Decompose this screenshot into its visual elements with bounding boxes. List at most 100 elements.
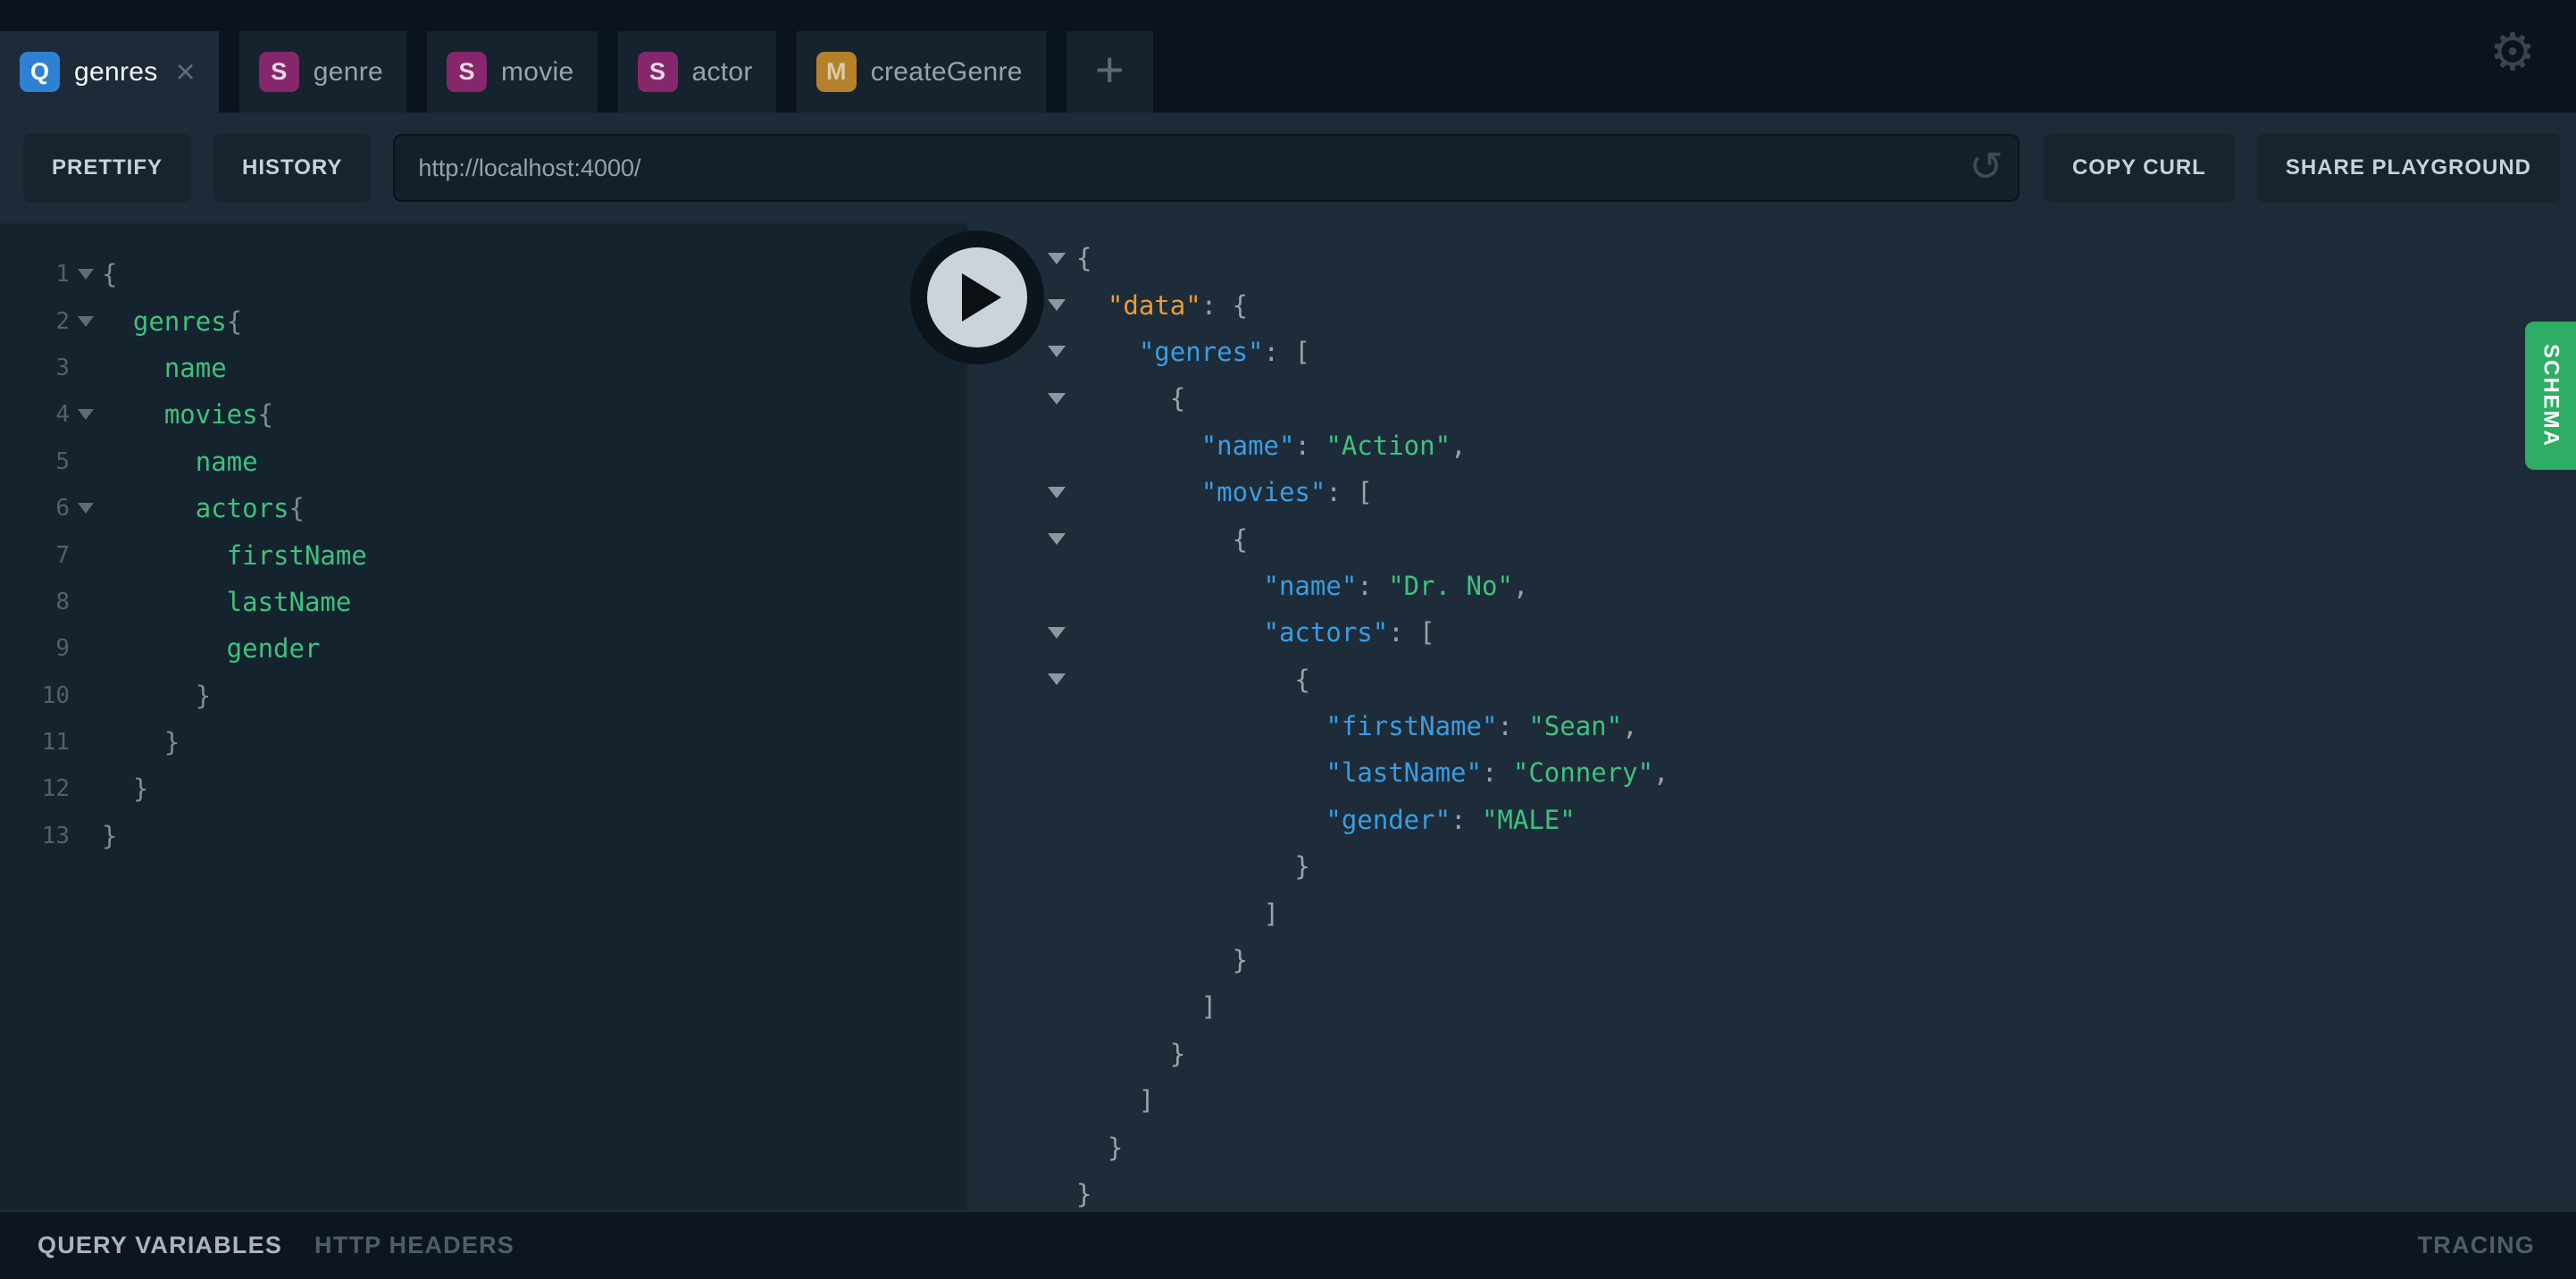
schema-side-tab-label: SCHEMA	[2538, 343, 2563, 447]
code-line: "firstName": "Sean",	[967, 703, 2576, 749]
fold-arrow-icon[interactable]	[1048, 486, 1066, 498]
fold-gutter	[70, 315, 102, 327]
tab-actor[interactable]: Sactor	[617, 31, 776, 113]
fold-arrow-icon[interactable]	[78, 315, 94, 327]
code-line: "name": "Dr. No",	[967, 563, 2576, 609]
http-headers-toggle[interactable]: HTTP HEADERS	[314, 1232, 514, 1259]
code-line: "name": "Action",	[967, 422, 2576, 469]
code-text: gender	[102, 633, 321, 665]
tab-label: genre	[313, 56, 383, 87]
code-line: "lastName": "Connery",	[967, 749, 2576, 796]
toolbar: PRETTIFY HISTORY ↺ COPY CURL SHARE PLAYG…	[0, 113, 2576, 223]
code-text: {	[1076, 664, 1310, 695]
code-text: "lastName": "Connery",	[1326, 757, 1669, 789]
play-circle	[927, 247, 1027, 347]
code-text: "genres": [	[1138, 336, 1310, 367]
close-tab-icon[interactable]: ×	[176, 55, 196, 89]
tab-createGenre[interactable]: McreateGenre	[796, 31, 1046, 113]
code-text: ]	[1076, 898, 1279, 929]
tab-label: movie	[500, 56, 574, 87]
code-line: ]	[967, 1077, 2576, 1124]
fold-gutter	[1048, 346, 1066, 358]
schema-side-tab[interactable]: SCHEMA	[2525, 322, 2576, 470]
code-line: "genres": [	[967, 329, 2576, 375]
code-line: {	[967, 375, 2576, 422]
response-viewer: { "data": { "genres": [ { "name": "Actio…	[967, 223, 2576, 1210]
code-line: 5 name	[0, 439, 967, 485]
fold-arrow-icon[interactable]	[78, 503, 94, 514]
line-number: 1	[55, 261, 70, 288]
line-number: 2	[55, 307, 70, 335]
code-text: ]	[1076, 1085, 1155, 1116]
code-text: }	[102, 820, 118, 851]
share-playground-button[interactable]: SHARE PLAYGROUND	[2256, 134, 2560, 202]
fold-gutter	[1048, 673, 1066, 686]
tab-genres[interactable]: Qgenres ×	[0, 31, 219, 113]
code-line: 10 }	[0, 673, 967, 719]
code-line: ]	[967, 890, 2576, 936]
copy-curl-button[interactable]: COPY CURL	[2043, 134, 2235, 202]
query-variables-toggle[interactable]: QUERY VARIABLES	[38, 1232, 282, 1259]
code-line: 9 gender	[0, 625, 967, 672]
code-line: 13}	[0, 813, 967, 859]
query-editor[interactable]: 1{2 genres{3 name 4 movies{5 name 6 actors…	[0, 223, 967, 1210]
code-text: name	[102, 446, 258, 477]
code-line: }	[967, 843, 2576, 890]
new-tab-button[interactable]: +	[1066, 31, 1153, 113]
fold-arrow-icon[interactable]	[78, 269, 94, 280]
code-line: 3 name	[0, 345, 967, 391]
fold-arrow-icon[interactable]	[1048, 252, 1066, 264]
code-text: firstName	[102, 539, 367, 571]
settings-gear-icon[interactable]: ⚙	[2489, 27, 2536, 79]
code-text: "movies": [	[1200, 477, 1373, 508]
endpoint-url-input[interactable]	[393, 134, 2020, 202]
prettify-button[interactable]: PRETTIFY	[23, 134, 192, 202]
fold-arrow-icon[interactable]	[1048, 346, 1066, 358]
operation-badge-s: S	[258, 52, 299, 92]
operation-badge-q: Q	[20, 52, 60, 92]
fold-arrow-icon[interactable]	[1048, 626, 1066, 639]
code-text: {	[102, 259, 118, 290]
code-text: {	[1076, 383, 1186, 414]
code-line: 8 lastName	[0, 579, 967, 625]
operation-badge-s: S	[637, 52, 678, 92]
line-number: 12	[41, 775, 70, 803]
code-text: genres{	[102, 305, 243, 337]
reload-icon[interactable]: ↺	[1969, 146, 2003, 187]
line-number: 7	[55, 541, 70, 569]
fold-arrow-icon[interactable]	[1048, 673, 1066, 686]
line-number: 6	[55, 495, 70, 522]
tab-movie[interactable]: Smovie	[426, 31, 598, 113]
fold-gutter	[70, 269, 102, 280]
history-button[interactable]: HISTORY	[213, 134, 372, 202]
line-number: 11	[41, 729, 70, 757]
code-line: }	[967, 1031, 2576, 1077]
code-text: {	[1076, 243, 1092, 274]
fold-arrow-icon[interactable]	[1048, 533, 1066, 546]
tracing-toggle[interactable]: TRACING	[2418, 1232, 2535, 1259]
code-line: {	[967, 515, 2576, 562]
code-text: }	[1076, 1038, 1186, 1069]
code-text: "data": {	[1107, 289, 1249, 321]
endpoint-url-wrap: ↺	[393, 134, 2020, 202]
line-number: 8	[55, 588, 70, 615]
tab-genre[interactable]: Sgenre	[238, 31, 406, 113]
fold-arrow-icon[interactable]	[1048, 392, 1066, 405]
code-text: }	[1076, 1132, 1124, 1163]
execute-button[interactable]	[910, 230, 1044, 364]
code-line: }	[967, 1124, 2576, 1170]
line-number: 4	[55, 401, 70, 429]
code-line: ]	[967, 983, 2576, 1030]
fold-arrow-icon[interactable]	[78, 409, 94, 421]
line-number: 5	[55, 447, 70, 475]
code-text: {	[1076, 523, 1249, 555]
code-line: }	[967, 1171, 2576, 1210]
bottom-bar: QUERY VARIABLES HTTP HEADERS TRACING	[0, 1210, 2576, 1279]
fold-gutter	[1048, 486, 1066, 498]
code-line: "data": {	[967, 281, 2576, 328]
tab-label: actor	[691, 56, 753, 87]
code-line: 12 }	[0, 765, 967, 812]
line-number: 9	[55, 635, 70, 663]
code-line: 2 genres{	[0, 297, 967, 344]
fold-arrow-icon[interactable]	[1048, 299, 1066, 312]
